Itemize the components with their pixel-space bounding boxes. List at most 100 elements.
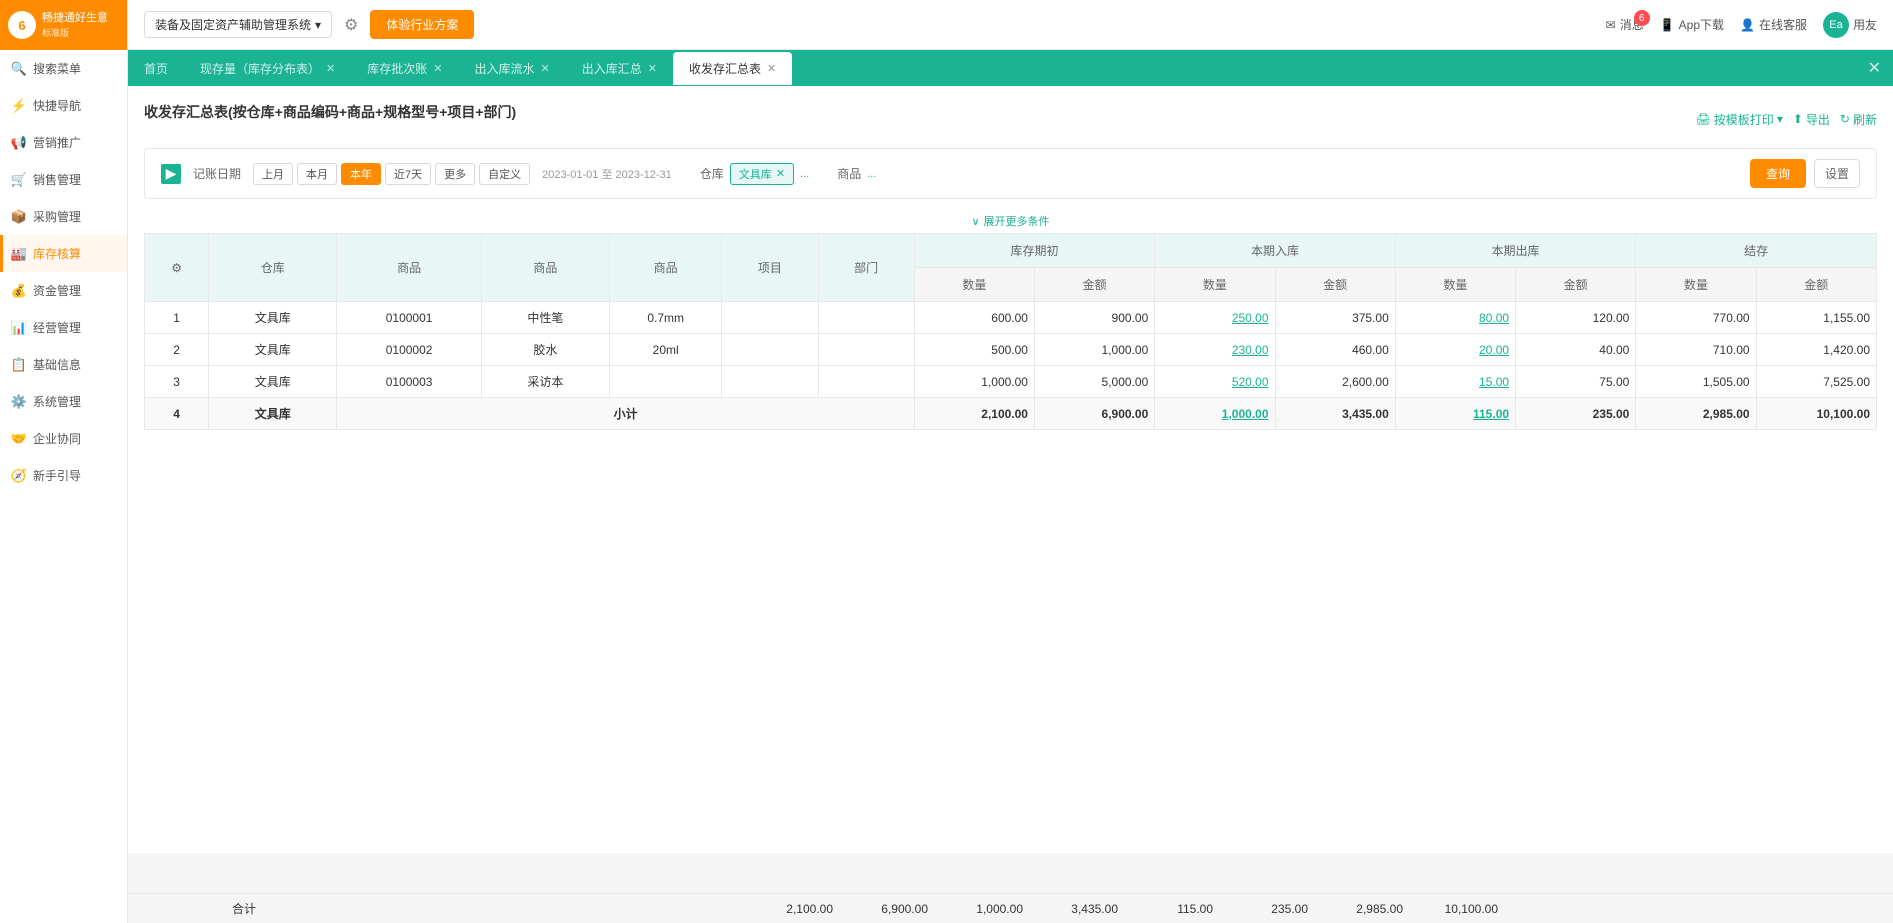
tab-close-icon[interactable]: ✕ xyxy=(433,62,442,75)
chevron-down-icon3: ∨ xyxy=(971,215,979,228)
guide-icon: 🧭 xyxy=(11,468,27,484)
settings-button[interactable]: 设置 xyxy=(1814,159,1860,188)
app-name: 畅捷通好生意 xyxy=(42,11,108,25)
cell-warehouse: 文具库 xyxy=(209,302,337,334)
date-btn-本月[interactable]: 本月 xyxy=(297,163,337,185)
inventory-icon: 🏭 xyxy=(11,246,27,262)
date-label: 记账日期 xyxy=(193,165,241,182)
in-qty-link[interactable]: 230.00 xyxy=(1232,343,1269,357)
th-init-amt: 金额 xyxy=(1034,268,1154,302)
topbar-actions: ✉ 消息 6 📱 App下载 👤 在线客服 Ea 用友 xyxy=(1606,12,1877,38)
tab-出入库汇总[interactable]: 出入库汇总✕ xyxy=(566,52,673,85)
out-qty-link[interactable]: 15.00 xyxy=(1479,375,1509,389)
sidebar-item-system[interactable]: ⚙️系统管理 xyxy=(0,383,127,420)
warehouse-tag-close[interactable]: ✕ xyxy=(776,167,785,180)
tab-出入库流水[interactable]: 出入库流水 ✕ xyxy=(458,52,565,85)
sidebar-item-sales[interactable]: 🛒销售管理 xyxy=(0,161,127,198)
sub-in-qty-link[interactable]: 1,000.00 xyxy=(1222,407,1269,421)
sidebar-label-base: 基础信息 xyxy=(33,356,81,373)
experience-btn[interactable]: 体验行业方案 xyxy=(370,10,474,39)
tab-现存量（库存分布表）[interactable]: 现存量（库存分布表） ✕ xyxy=(184,52,351,85)
bottom-col-8: 6,900.00 xyxy=(859,902,934,916)
th-end-group: 结存 xyxy=(1636,234,1877,268)
phone-icon: 📱 xyxy=(1660,18,1675,32)
sidebar-item-finance[interactable]: 💰资金管理 xyxy=(0,272,127,309)
warehouse-label: 仓库 xyxy=(700,165,724,182)
sidebar-header: 6 畅捷通好生意 标准版 xyxy=(0,0,127,50)
message-action[interactable]: ✉ 消息 6 xyxy=(1606,16,1644,33)
tab-label: 现存量（库存分布表） xyxy=(200,60,320,77)
out-qty-link[interactable]: 20.00 xyxy=(1479,343,1509,357)
sidebar-item-operations[interactable]: 📊经营管理 xyxy=(0,309,127,346)
sidebar-item-inventory[interactable]: 🏭库存核算 xyxy=(0,235,127,272)
refresh-btn[interactable]: ↻ 刷新 xyxy=(1840,111,1877,128)
in-qty-link[interactable]: 250.00 xyxy=(1232,311,1269,325)
tab-close-icon[interactable]: ✕ xyxy=(326,62,335,75)
date-btn-本年[interactable]: 本年 xyxy=(341,163,381,185)
date-btn-更多[interactable]: 更多 xyxy=(435,163,475,185)
th-in-amt: 金额 xyxy=(1275,268,1395,302)
tab-库存批次账[interactable]: 库存批次账✕ xyxy=(351,52,458,85)
tab-close-icon[interactable]: ✕ xyxy=(767,62,776,75)
sub-label: 小计 xyxy=(337,398,914,430)
cell-dept xyxy=(818,302,914,334)
bottom-col-7: 2,100.00 xyxy=(764,902,839,916)
th-in-group: 本期入库 xyxy=(1155,234,1396,268)
system-title: 装备及固定资产辅助管理系统 xyxy=(155,16,311,33)
tab-close-icon[interactable]: ✕ xyxy=(541,62,550,75)
user-action[interactable]: Ea 用友 xyxy=(1823,12,1877,38)
expand-more-btn[interactable]: ∨ 展开更多条件 xyxy=(971,213,1049,229)
cell-in-amt: 375.00 xyxy=(1275,302,1395,334)
sidebar-label-marketing: 营销推广 xyxy=(33,134,81,151)
filter-actions: 查询 设置 xyxy=(1750,159,1860,188)
cell-init-amt: 900.00 xyxy=(1034,302,1154,334)
cell-out-qty: 20.00 xyxy=(1395,334,1515,366)
sidebar-item-search[interactable]: 🔍搜索菜单 xyxy=(0,50,127,87)
settings-icon[interactable]: ⚙ xyxy=(344,15,358,35)
sidebar-item-guide[interactable]: 🧭新手引导 xyxy=(0,457,127,494)
th-init-qty: 数量 xyxy=(914,268,1034,302)
export-icon: ⬆ xyxy=(1793,112,1803,126)
sidebar-item-marketing[interactable]: 📢营销推广 xyxy=(0,124,127,161)
bottom-col-9: 1,000.00 xyxy=(954,902,1029,916)
sidebar-item-purchase[interactable]: 📦采购管理 xyxy=(0,198,127,235)
bottom-bar: 合计2,100.006,900.001,000.003,435.00115.00… xyxy=(128,893,1893,923)
filter-expand-btn[interactable]: ▶ xyxy=(161,164,181,184)
bottom-col-1: 合计 xyxy=(204,900,284,917)
table-settings-icon[interactable]: ⚙ xyxy=(171,261,182,275)
th-out-qty: 数量 xyxy=(1395,268,1515,302)
cell-out-amt: 40.00 xyxy=(1516,334,1636,366)
warehouse-more[interactable]: ... xyxy=(800,168,809,180)
date-btn-上月[interactable]: 上月 xyxy=(253,163,293,185)
warehouse-tag[interactable]: 文具库 ✕ xyxy=(730,163,794,185)
export-btn[interactable]: ⬆ 导出 xyxy=(1793,111,1830,128)
data-table: ⚙ 仓库 商品 商品 商品 项目 部门 库存期初 本期入库 本期出库 结存 xyxy=(144,233,1877,430)
message-icon: ✉ xyxy=(1606,18,1616,32)
query-button[interactable]: 查询 xyxy=(1750,159,1806,188)
print-btn[interactable]: 🖨 按模板打印 ▾ xyxy=(1696,111,1783,128)
date-btn-自定义[interactable]: 自定义 xyxy=(479,163,530,185)
date-btn-近7天[interactable]: 近7天 xyxy=(385,163,431,185)
tab-label: 出入库流水 xyxy=(474,60,534,77)
cell-in-qty: 520.00 xyxy=(1155,366,1275,398)
cell-index: 2 xyxy=(145,334,209,366)
content-area: 收发存汇总表(按仓库+商品编码+商品+规格型号+项目+部门) 🖨 按模板打印 ▾… xyxy=(128,86,1893,893)
in-qty-link[interactable]: 520.00 xyxy=(1232,375,1269,389)
sidebar-item-base[interactable]: 📋基础信息 xyxy=(0,346,127,383)
tab-收发存汇总表[interactable]: 收发存汇总表✕ xyxy=(673,52,792,85)
sidebar-item-quick[interactable]: ⚡快捷导航 xyxy=(0,87,127,124)
system-selector[interactable]: 装备及固定资产辅助管理系统 ▾ xyxy=(144,11,332,38)
sidebar-item-collab[interactable]: 🤝企业协同 xyxy=(0,420,127,457)
app-download-action[interactable]: 📱 App下载 xyxy=(1660,16,1724,33)
tab-label: 首页 xyxy=(144,60,168,77)
expand-more-bar: ∨ 展开更多条件 xyxy=(144,209,1877,233)
out-qty-link[interactable]: 80.00 xyxy=(1479,311,1509,325)
th-dept: 部门 xyxy=(818,234,914,302)
goods-more[interactable]: ... xyxy=(867,168,876,180)
tabs-close-all[interactable]: ✕ xyxy=(1856,50,1893,86)
tab-close-icon[interactable]: ✕ xyxy=(648,62,657,75)
tab-首页[interactable]: 首页 xyxy=(128,52,184,85)
sub-out-qty-link[interactable]: 115.00 xyxy=(1473,407,1509,421)
online-service-action[interactable]: 👤 在线客服 xyxy=(1740,16,1807,33)
th-out-group: 本期出库 xyxy=(1395,234,1636,268)
